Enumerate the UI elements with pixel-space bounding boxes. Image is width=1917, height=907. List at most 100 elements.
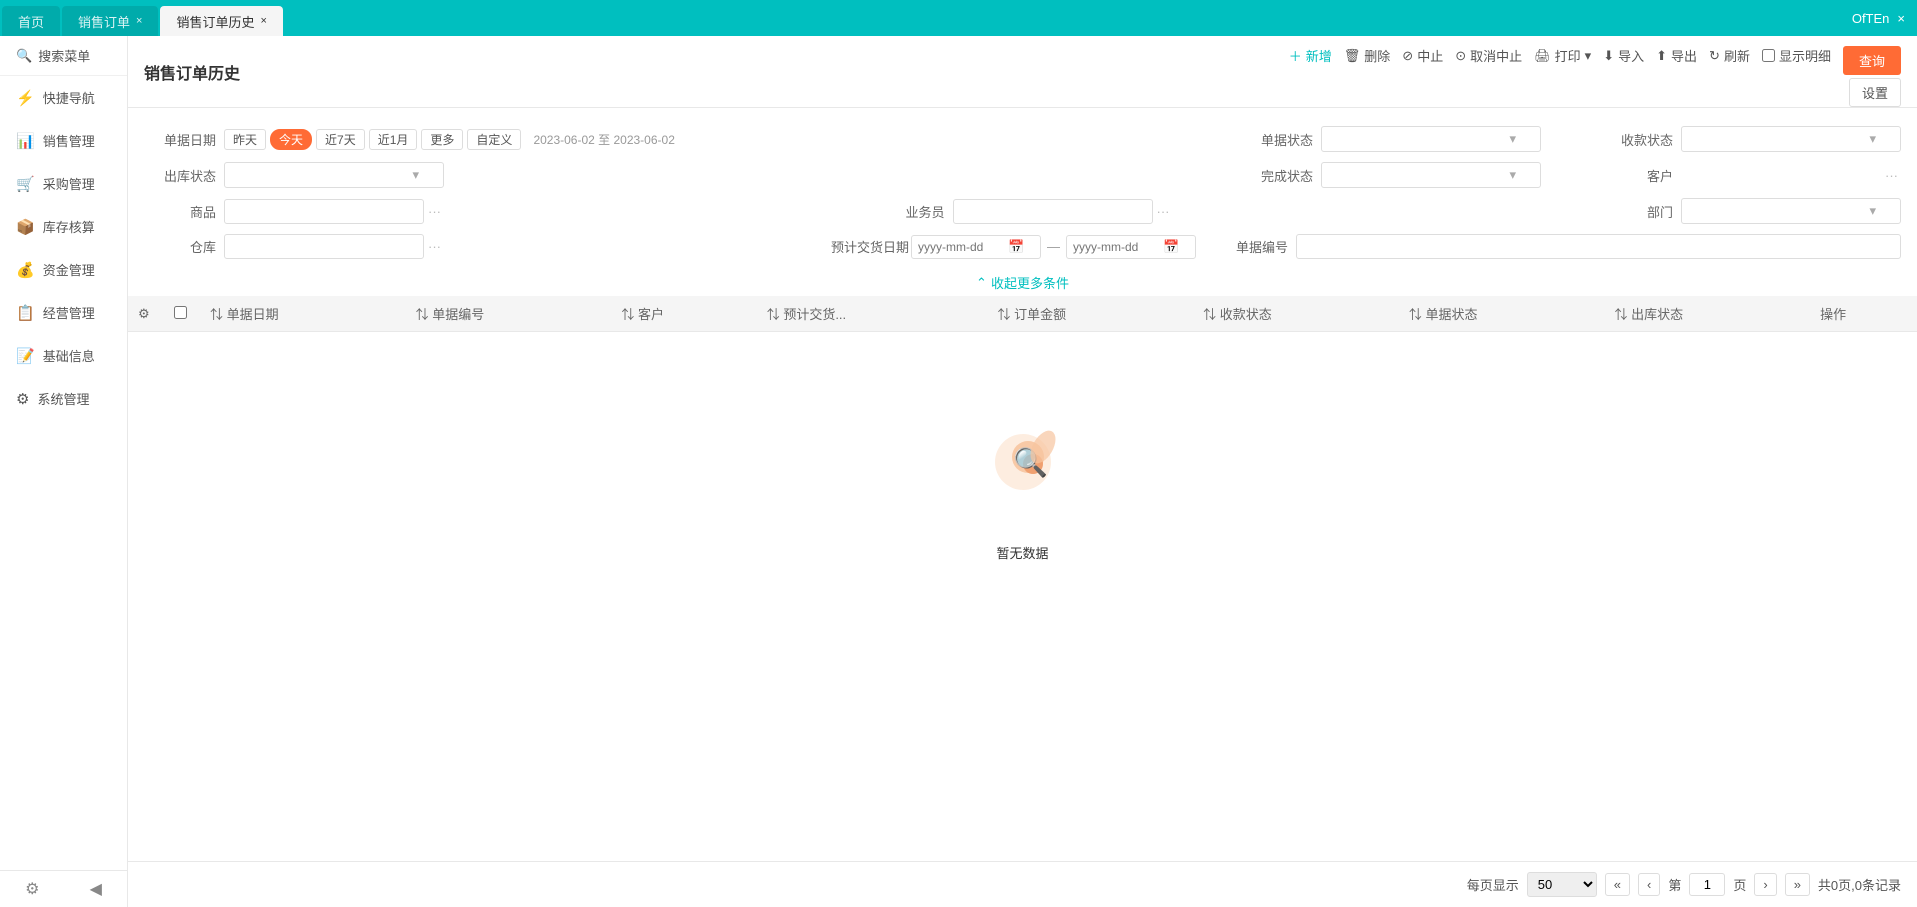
refresh-button[interactable]: ↻ 刷新: [1709, 46, 1750, 65]
calendar-to-icon[interactable]: 📅: [1163, 239, 1179, 255]
th-order-status[interactable]: ⇅ 单据状态: [1399, 296, 1605, 332]
tab-sales-order-history[interactable]: 销售订单历史 ×: [160, 6, 282, 36]
sidebar-item-operations-label: 经营管理: [43, 303, 95, 322]
th-settings[interactable]: ⚙: [128, 296, 164, 332]
top-tabs: 首页 销售订单 × 销售订单历史 ×: [0, 0, 283, 36]
th-customer[interactable]: ⇅ 客户: [611, 296, 756, 332]
date-btn-7days[interactable]: 近7天: [316, 129, 365, 150]
pagination: 每页显示 50 10 20 100 « ‹ 第 页 › » 共0页,0条记录: [128, 861, 1917, 907]
date-separator: —: [1041, 239, 1066, 254]
department-select[interactable]: ▾: [1681, 198, 1901, 224]
th-checkbox[interactable]: [164, 296, 200, 332]
stop-button[interactable]: ⊘ 中止: [1402, 46, 1443, 65]
cancel-stop-icon: ⊙: [1455, 48, 1466, 64]
total-info: 共0页,0条记录: [1818, 875, 1901, 894]
sidebar-item-system[interactable]: ⚙ 系统管理: [0, 377, 127, 420]
collapse-button[interactable]: ⌃ 收起更多条件: [144, 269, 1901, 296]
date-btn-1month[interactable]: 近1月: [369, 129, 418, 150]
th-receipt-status[interactable]: ⇅ 收款状态: [1193, 296, 1399, 332]
page-title: 销售订单历史: [144, 60, 240, 94]
product-input[interactable]: [224, 199, 424, 224]
empty-illustration: 🔍: [973, 412, 1073, 531]
order-status-select[interactable]: ▾: [1321, 126, 1541, 152]
last-page-button[interactable]: »: [1785, 873, 1810, 896]
sidebar-item-sales-mgmt-label: 销售管理: [43, 131, 95, 150]
salesperson-label: 业务员: [873, 202, 953, 221]
query-button[interactable]: 查询: [1843, 46, 1901, 75]
sidebar-item-operations[interactable]: 📋 经营管理: [0, 291, 127, 334]
expected-date-from-input[interactable]: [918, 240, 1008, 254]
warehouse-input[interactable]: [224, 234, 424, 259]
top-bar-close[interactable]: ×: [1897, 11, 1905, 26]
warehouse-ellipsis[interactable]: ···: [428, 239, 441, 254]
sidebar-item-basic-info[interactable]: 📝 基础信息: [0, 334, 127, 377]
completion-status-label: 完成状态: [1241, 166, 1321, 185]
tab-home[interactable]: 首页: [2, 6, 60, 36]
page-number-input[interactable]: [1689, 873, 1725, 896]
th-amount[interactable]: ⇅ 订单金额: [987, 296, 1193, 332]
export-button[interactable]: ⬆ 导出: [1656, 46, 1697, 65]
next-page-button[interactable]: ›: [1754, 873, 1776, 896]
header-right-btns: 查询 设置: [1843, 46, 1901, 107]
settings-button[interactable]: 设置: [1849, 78, 1901, 107]
sidebar-item-finance-label: 资金管理: [43, 260, 95, 279]
sidebar-collapse-icon[interactable]: ◀: [90, 879, 102, 899]
sidebar-item-sales-mgmt[interactable]: 📊 销售管理: [0, 119, 127, 162]
tab-home-label: 首页: [18, 12, 44, 31]
top-bar-often[interactable]: OfTEn: [1852, 11, 1890, 26]
tab-sales-order-history-close[interactable]: ×: [260, 15, 266, 27]
product-ellipsis[interactable]: ···: [428, 204, 441, 219]
calendar-from-icon[interactable]: 📅: [1008, 239, 1024, 255]
date-btn-today[interactable]: 今天: [270, 129, 312, 150]
customer-input[interactable]: [1681, 164, 1881, 187]
th-number[interactable]: ⇅ 单据编号: [406, 296, 612, 332]
first-page-button[interactable]: «: [1605, 873, 1630, 896]
show-detail-checkbox[interactable]: [1762, 49, 1775, 62]
date-btn-yesterday[interactable]: 昨天: [224, 129, 266, 150]
expected-date-from-wrap: 📅: [911, 235, 1041, 259]
import-icon: ⬇: [1603, 48, 1614, 64]
tab-sales-order-close[interactable]: ×: [136, 15, 142, 27]
search-menu-label: 搜索菜单: [38, 46, 90, 65]
receipt-status-select[interactable]: ▾: [1681, 126, 1901, 152]
show-detail-checkbox-label[interactable]: 显示明细: [1762, 46, 1831, 65]
expected-date-to-input[interactable]: [1073, 240, 1163, 254]
th-date[interactable]: ⇅ 单据日期: [200, 296, 406, 332]
sidebar-item-inventory-label: 库存核算: [43, 217, 95, 236]
expected-date-to-wrap: 📅: [1066, 235, 1196, 259]
top-bar: 首页 销售订单 × 销售订单历史 × OfTEn ×: [0, 0, 1917, 36]
sidebar-item-quick-nav-label: 快捷导航: [43, 88, 95, 107]
sidebar-item-finance[interactable]: 💰 资金管理: [0, 248, 127, 291]
order-number-input[interactable]: [1296, 234, 1901, 259]
import-button[interactable]: ⬇ 导入: [1603, 46, 1644, 65]
outbound-status-select[interactable]: ▾: [224, 162, 444, 188]
salesperson-input[interactable]: [953, 199, 1153, 224]
completion-status-select[interactable]: ▾: [1321, 162, 1541, 188]
data-table: ⚙ ⇅ 单据日期 ⇅ 单据编号 ⇅ 客户 ⇅ 预计交货... ⇅ 订单金额 ⇅ …: [128, 296, 1917, 332]
salesperson-ellipsis[interactable]: ···: [1157, 204, 1170, 219]
date-btn-custom[interactable]: 自定义: [467, 129, 521, 150]
tab-sales-order[interactable]: 销售订单 ×: [62, 6, 158, 36]
print-button[interactable]: 🖨 打印 ▾: [1534, 46, 1591, 65]
tab-sales-order-label: 销售订单: [78, 12, 130, 31]
page-size-select[interactable]: 50 10 20 100: [1527, 872, 1597, 897]
sidebar-item-quick-nav[interactable]: ⚡ 快捷导航: [0, 76, 127, 119]
prev-page-button[interactable]: ‹: [1638, 873, 1660, 896]
date-btn-more[interactable]: 更多: [421, 129, 463, 150]
date-buttons: 昨天 今天 近7天 近1月 更多 自定义 2023-06-02 至 2023-0…: [224, 129, 675, 150]
select-all-checkbox[interactable]: [174, 306, 187, 319]
print-dropdown-icon: ▾: [1585, 48, 1592, 64]
new-button[interactable]: ＋ + 新增 新增: [1289, 46, 1332, 65]
filter-row-3: 商品 ··· 业务员 ··· 部门 ▾: [144, 198, 1901, 224]
sidebar-item-purchase-mgmt[interactable]: 🛒 采购管理: [0, 162, 127, 205]
th-outbound-status[interactable]: ⇅ 出库状态: [1605, 296, 1811, 332]
th-expected[interactable]: ⇅ 预计交货...: [757, 296, 988, 332]
customer-ellipsis[interactable]: ···: [1885, 168, 1898, 183]
product-label: 商品: [144, 202, 224, 221]
sidebar-item-inventory[interactable]: 📦 库存核算: [0, 205, 127, 248]
delete-button[interactable]: 🗑 删除: [1344, 46, 1391, 65]
search-menu[interactable]: 🔍 搜索菜单: [0, 36, 127, 76]
toolbar: ＋ + 新增 新增 🗑 删除 ⊘ 中止 ⊙ 取消中止: [1289, 46, 1831, 75]
sidebar-settings-icon[interactable]: ⚙: [25, 879, 39, 899]
cancel-stop-button[interactable]: ⊙ 取消中止: [1455, 46, 1522, 65]
